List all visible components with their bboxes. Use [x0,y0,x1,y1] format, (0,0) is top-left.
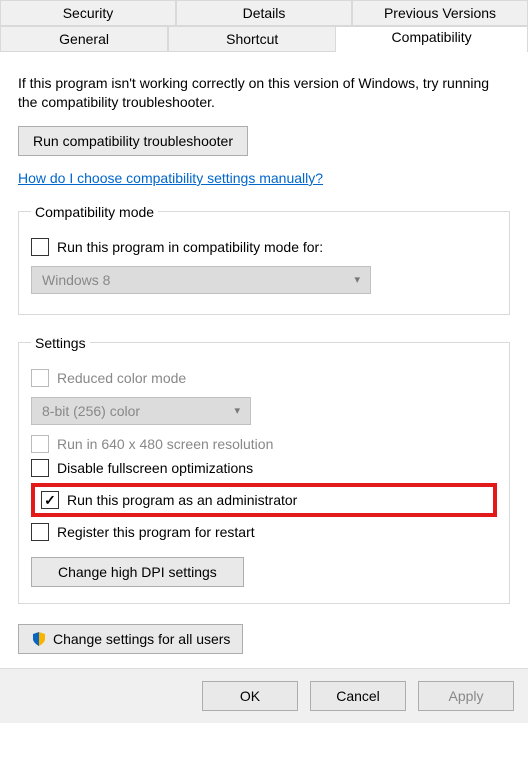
apply-button[interactable]: Apply [418,681,514,711]
dialog-footer: OK Cancel Apply [0,668,528,723]
register-restart-checkbox[interactable] [31,523,49,541]
compat-mode-select[interactable]: Windows 8 ▾ [31,266,371,294]
tab-general[interactable]: General [0,26,168,52]
disable-fullscreen-label: Disable fullscreen optimizations [57,460,253,476]
tab-row-1: Security Details Previous Versions [0,0,528,26]
settings-group: Settings Reduced color mode 8-bit (256) … [18,335,510,604]
tab-previous-versions[interactable]: Previous Versions [352,0,528,26]
tab-details[interactable]: Details [176,0,352,26]
compat-mode-select-value: Windows 8 [42,272,110,288]
intro-text: If this program isn't working correctly … [18,74,510,112]
check-icon: ✓ [44,493,56,507]
shield-icon [31,631,47,647]
all-users-row: Change settings for all users [18,624,528,654]
run-640-label: Run in 640 x 480 screen resolution [57,436,273,452]
settings-legend: Settings [31,335,90,351]
change-all-users-label: Change settings for all users [53,631,230,647]
help-link[interactable]: How do I choose compatibility settings m… [18,170,323,186]
tab-security[interactable]: Security [0,0,176,26]
run-as-admin-highlight: ✓ Run this program as an administrator [31,483,497,517]
run-as-admin-checkbox[interactable]: ✓ [41,491,59,509]
ok-button[interactable]: OK [202,681,298,711]
tab-shortcut[interactable]: Shortcut [168,26,336,52]
compatibility-mode-legend: Compatibility mode [31,204,158,220]
properties-dialog: Security Details Previous Versions Gener… [0,0,528,723]
color-mode-select-value: 8-bit (256) color [42,403,140,419]
change-all-users-button[interactable]: Change settings for all users [18,624,243,654]
tab-content: If this program isn't working correctly … [0,52,528,604]
disable-fullscreen-checkbox[interactable] [31,459,49,477]
reduced-color-label: Reduced color mode [57,370,186,386]
change-dpi-button[interactable]: Change high DPI settings [31,557,244,587]
cancel-button[interactable]: Cancel [310,681,406,711]
reduced-color-checkbox[interactable] [31,369,49,387]
tab-compatibility-highlight: Compatibility [392,29,472,45]
chevron-down-icon: ▾ [354,273,360,286]
compatibility-mode-group: Compatibility mode Run this program in c… [18,204,510,315]
color-mode-select[interactable]: 8-bit (256) color ▾ [31,397,251,425]
tab-compatibility[interactable]: Compatibility [336,26,528,52]
tab-row-2: General Shortcut Compatibility [0,26,528,52]
run-640-checkbox[interactable] [31,435,49,453]
compat-mode-checkbox[interactable] [31,238,49,256]
run-troubleshooter-button[interactable]: Run compatibility troubleshooter [18,126,248,156]
run-as-admin-label: Run this program as an administrator [67,492,297,508]
chevron-down-icon: ▾ [234,404,240,417]
compat-mode-label: Run this program in compatibility mode f… [57,239,323,255]
register-restart-label: Register this program for restart [57,524,255,540]
